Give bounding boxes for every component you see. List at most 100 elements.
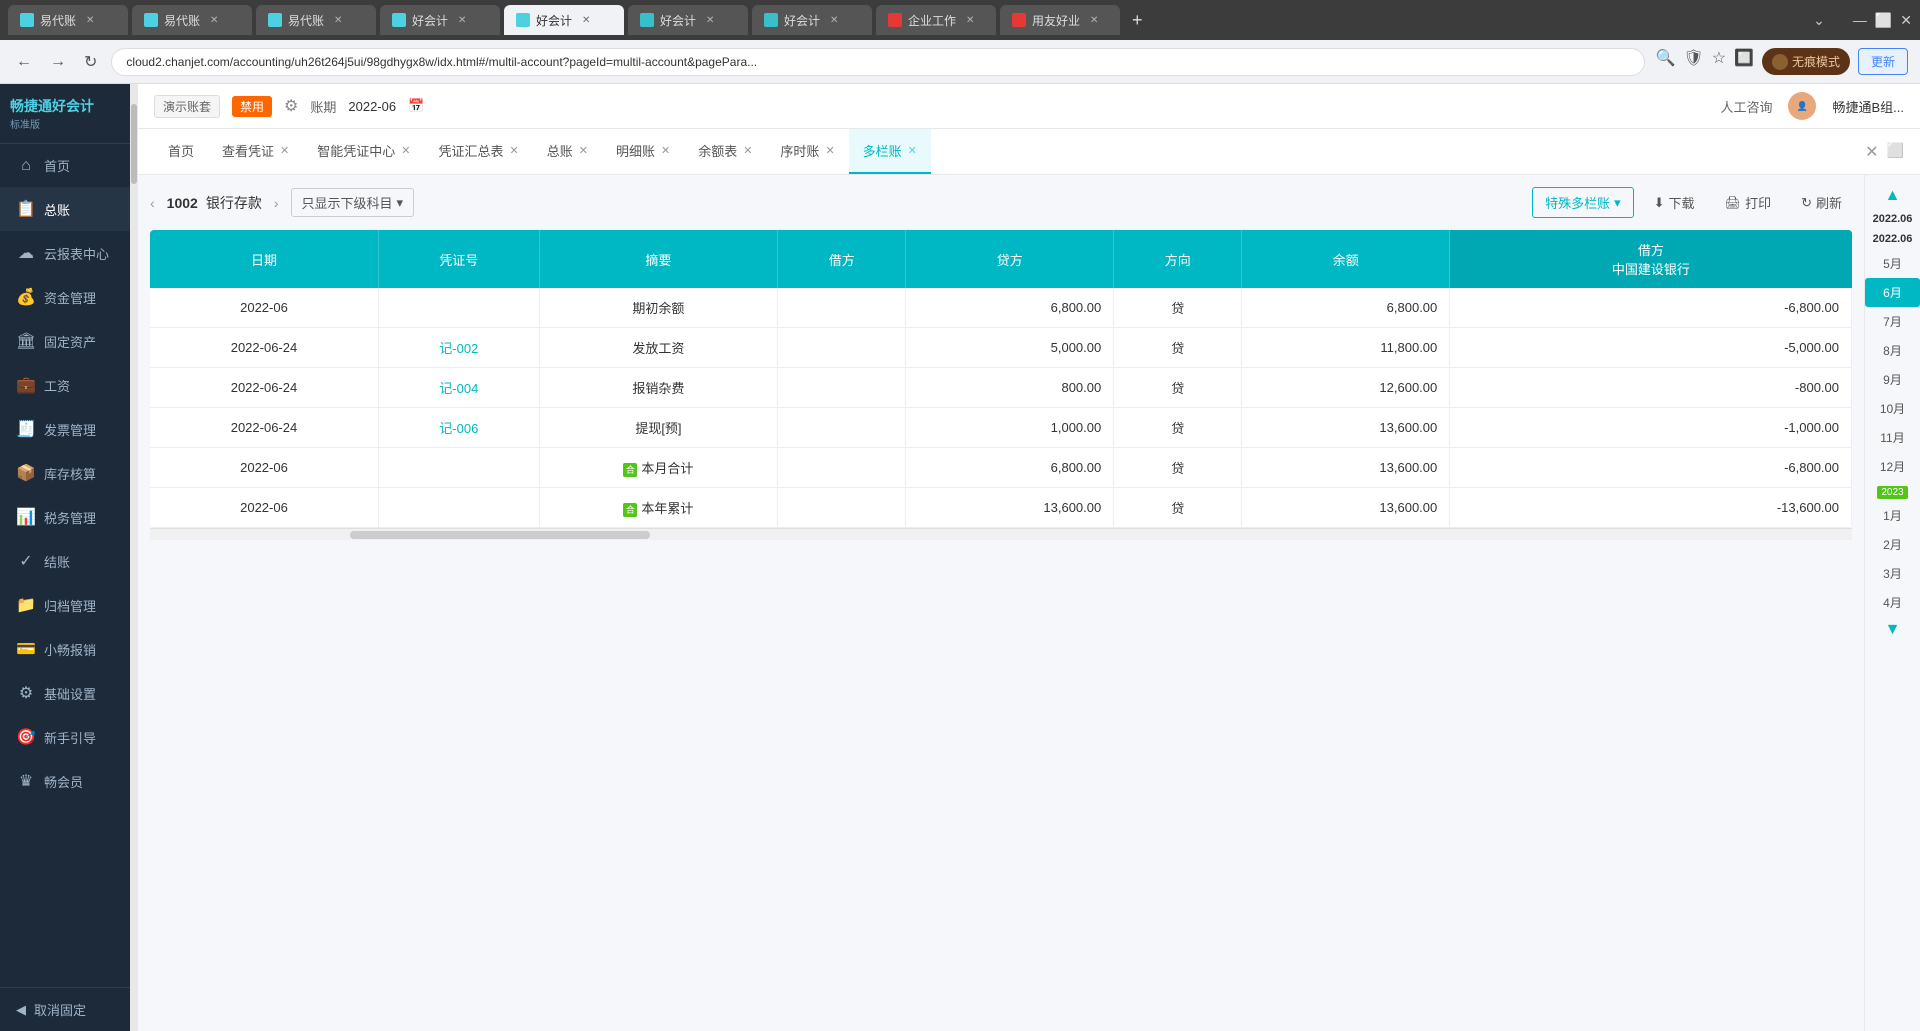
consult-button[interactable]: 人工咨询	[1720, 97, 1772, 116]
sidebar-item-home[interactable]: ⌂ 首页	[0, 144, 130, 187]
timeline-month-5[interactable]: 5月	[1865, 249, 1920, 278]
timeline-month-8[interactable]: 8月	[1865, 336, 1920, 365]
tab-voucher[interactable]: 查看凭证 ✕	[208, 129, 303, 174]
timeline-scroll-up[interactable]: ▲	[1881, 183, 1905, 209]
browser-tab-3[interactable]: 易代账 ✕	[256, 5, 376, 35]
timeline-month-10[interactable]: 10月	[1865, 394, 1920, 423]
browser-tab-4[interactable]: 好会计 ✕	[380, 5, 500, 35]
close-panel-button[interactable]: ✕	[1865, 142, 1878, 162]
prev-account-button[interactable]: ‹	[150, 195, 155, 211]
minimize-button[interactable]: —	[1853, 12, 1867, 29]
settings-btn[interactable]: ⚙	[284, 96, 298, 116]
tab-multi-column[interactable]: 多栏账 ✕	[849, 129, 931, 174]
tab-close-3[interactable]: ✕	[334, 15, 342, 26]
maximize-button[interactable]: ⬜	[1875, 12, 1892, 29]
timeline-month-12[interactable]: 12月	[1865, 452, 1920, 481]
print-button[interactable]: 🖨 打印	[1715, 188, 1782, 217]
extension-icon[interactable]: 🔲	[1734, 48, 1754, 75]
browser-tab-8[interactable]: 企业工作 ✕	[876, 5, 996, 35]
star-icon[interactable]: ☆	[1712, 48, 1726, 75]
sidebar-item-assets[interactable]: 🏛 固定资产	[0, 319, 130, 363]
next-account-button[interactable]: ›	[274, 195, 279, 211]
tab-voucher-close[interactable]: ✕	[280, 144, 289, 157]
sidebar-item-tax[interactable]: 📊 税务管理	[0, 495, 130, 539]
browser-tab-7[interactable]: 好会计 ✕	[752, 5, 872, 35]
tab-smart-close[interactable]: ✕	[401, 144, 410, 157]
sidebar-item-close[interactable]: ✓ 结账	[0, 539, 130, 583]
sidebar-item-reports[interactable]: ☁ 云报表中心	[0, 231, 130, 275]
close-button[interactable]: ✕	[1900, 12, 1912, 29]
sidebar-item-salary[interactable]: 💼 工资	[0, 363, 130, 407]
timeline-month-2023-4[interactable]: 4月	[1865, 588, 1920, 617]
sidebar-scrollbar-thumb[interactable]	[131, 104, 137, 184]
sidebar-item-archive[interactable]: 📁 归档管理	[0, 583, 130, 627]
tab-sequence[interactable]: 序时账 ✕	[766, 129, 848, 174]
cell-voucher[interactable]: 记-006	[378, 408, 539, 448]
scroll-thumb[interactable]	[350, 531, 650, 539]
timeline-month-9[interactable]: 9月	[1865, 365, 1920, 394]
new-tab-button[interactable]: +	[1124, 10, 1151, 31]
tab-general-close[interactable]: ✕	[579, 144, 588, 157]
tab-smart-voucher[interactable]: 智能凭证中心 ✕	[303, 129, 424, 174]
cell-voucher[interactable]: 记-002	[378, 328, 539, 368]
tab-home[interactable]: 首页	[154, 129, 208, 174]
sidebar-item-settings[interactable]: ⚙ 基础设置	[0, 671, 130, 715]
timeline-month-11[interactable]: 11月	[1865, 423, 1920, 452]
cell-voucher[interactable]: 记-004	[378, 368, 539, 408]
sidebar-item-invoice[interactable]: 🧾 发票管理	[0, 407, 130, 451]
horizontal-scrollbar[interactable]	[150, 528, 1852, 540]
refresh-button[interactable]: ↻ 刷新	[1791, 188, 1852, 217]
tab-multi-close[interactable]: ✕	[908, 144, 917, 157]
tab-sequence-close[interactable]: ✕	[825, 144, 834, 157]
sidebar-scrollbar[interactable]	[130, 84, 138, 1031]
timeline-month-6[interactable]: 6月	[1865, 278, 1920, 307]
timeline-month-2023-2[interactable]: 2月	[1865, 530, 1920, 559]
tab-close-1[interactable]: ✕	[86, 15, 94, 26]
tab-scroll-left[interactable]: ⌄	[1813, 12, 1825, 29]
tab-voucher-summary[interactable]: 凭证汇总表 ✕	[424, 129, 532, 174]
tab-voucher-summary-close[interactable]: ✕	[510, 144, 519, 157]
update-button[interactable]: 更新	[1858, 48, 1908, 75]
sidebar-item-vip[interactable]: ♛ 畅会员	[0, 759, 130, 803]
calendar-icon[interactable]: 📅	[408, 98, 424, 114]
tab-close-4[interactable]: ✕	[458, 15, 466, 26]
timeline-month-2023-1[interactable]: 1月	[1865, 501, 1920, 530]
sidebar-item-ledger[interactable]: 📋 总账	[0, 187, 130, 231]
show-sub-button[interactable]: 只显示下级科目 ▾	[291, 188, 415, 217]
expand-button[interactable]: ⬜	[1887, 142, 1904, 162]
tab-close-9[interactable]: ✕	[1090, 15, 1098, 26]
tab-close-2[interactable]: ✕	[210, 15, 218, 26]
tab-general-ledger[interactable]: 总账 ✕	[533, 129, 602, 174]
browser-tab-2[interactable]: 易代账 ✕	[132, 5, 252, 35]
timeline-month-2023-3[interactable]: 3月	[1865, 559, 1920, 588]
tab-close-5[interactable]: ✕	[582, 15, 590, 26]
sidebar-item-expense[interactable]: 💳 小畅报销	[0, 627, 130, 671]
download-button[interactable]: ⬇ 下载	[1644, 188, 1705, 217]
tab-close-6[interactable]: ✕	[706, 15, 714, 26]
browser-tab-6[interactable]: 好会计 ✕	[628, 5, 748, 35]
browser-tab-9[interactable]: 用友好业 ✕	[1000, 5, 1120, 35]
user-name[interactable]: 畅捷通B组...	[1832, 97, 1904, 116]
forward-button[interactable]: →	[46, 49, 70, 75]
tab-close-8[interactable]: ✕	[966, 15, 974, 26]
tab-close-7[interactable]: ✕	[830, 15, 838, 26]
sidebar-item-guide[interactable]: 🎯 新手引导	[0, 715, 130, 759]
tab-detail-ledger[interactable]: 明细账 ✕	[602, 129, 684, 174]
user-avatar[interactable]: 👤	[1788, 92, 1816, 120]
browser-tab-1[interactable]: 易代账 ✕	[8, 5, 128, 35]
sidebar-item-funds[interactable]: 💰 资金管理	[0, 275, 130, 319]
search-icon[interactable]: 🔍	[1655, 48, 1675, 75]
tab-balance[interactable]: 余额表 ✕	[684, 129, 766, 174]
period-badge[interactable]: 禁用	[232, 96, 272, 117]
timeline-scroll-down[interactable]: ▼	[1881, 617, 1905, 643]
tab-detail-close[interactable]: ✕	[661, 144, 670, 157]
address-input[interactable]	[111, 48, 1645, 76]
back-button[interactable]: ←	[12, 49, 36, 75]
reload-button[interactable]: ↻	[80, 48, 101, 76]
browser-tab-5[interactable]: 好会计 ✕	[504, 5, 624, 35]
tab-balance-close[interactable]: ✕	[743, 144, 752, 157]
special-account-button[interactable]: 特殊多栏账 ▾	[1532, 187, 1634, 218]
sidebar-item-inventory[interactable]: 📦 库存核算	[0, 451, 130, 495]
timeline-month-7[interactable]: 7月	[1865, 307, 1920, 336]
no-trace-button[interactable]: 无痕模式	[1762, 48, 1850, 75]
